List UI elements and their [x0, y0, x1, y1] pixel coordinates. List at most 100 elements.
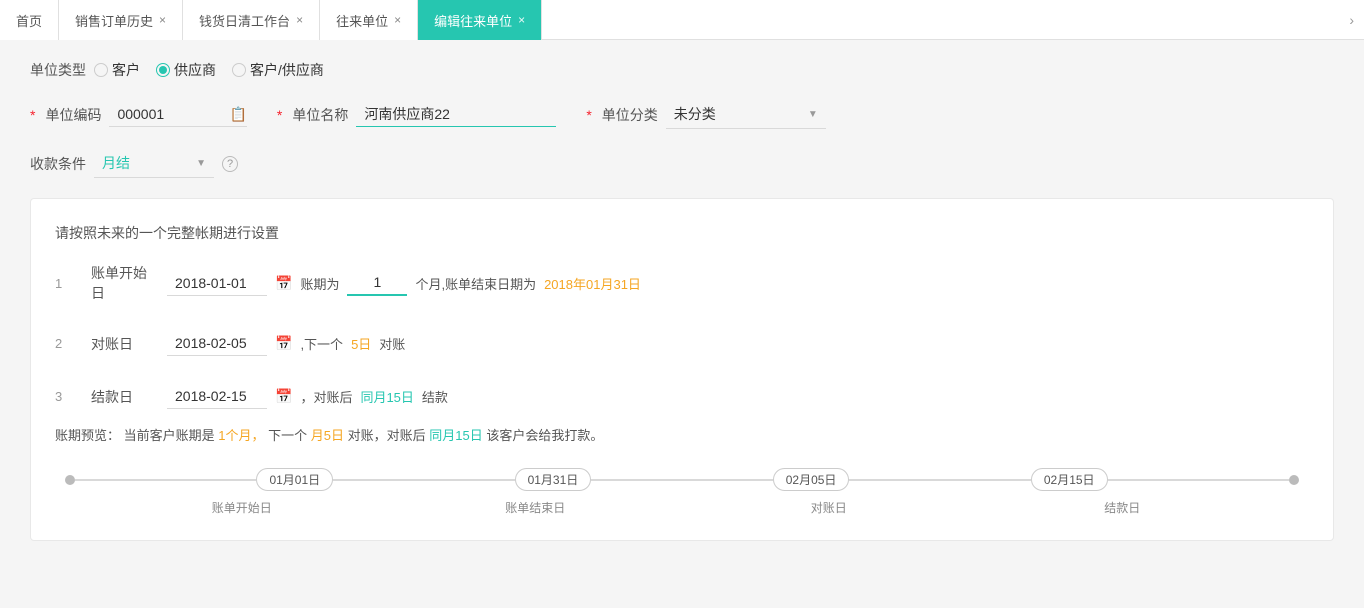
timeline-segment-2 [333, 479, 514, 481]
timeline-desc-3: 对账日 [811, 499, 847, 516]
tab-home[interactable]: 首页 [0, 0, 59, 40]
tab-sales-history[interactable]: 销售订单历史 × [59, 0, 183, 40]
timeline-point-4: 02月15日 [1031, 468, 1108, 491]
row-3-hint-prefix: ，对账后 [300, 387, 352, 406]
row-1-period-input[interactable] [347, 270, 407, 296]
unit-classify-group: * 单位分类 未分类 ▼ [586, 100, 825, 129]
tab-cashflow[interactable]: 钱货日清工作台 × [183, 0, 320, 40]
timeline-desc-4-wrap: 结款日 [976, 499, 1270, 516]
unit-name-label: 单位名称 [292, 105, 348, 125]
radio-supplier-circle [156, 63, 170, 77]
row-1-cal-icon[interactable]: 📅 [275, 275, 292, 292]
main-content: 单位类型 客户 供应商 客户/供应商 * 单位编码 [0, 40, 1364, 608]
timeline-point-3-label: 02月05日 [773, 468, 850, 491]
timeline-desc-1-wrap: 账单开始日 [95, 499, 389, 516]
tab-partner-label: 往来单位 [336, 11, 388, 30]
payment-terms-select[interactable]: 月结 ▼ [94, 149, 214, 178]
unit-info-row: * 单位编码 📋 * 单位名称 * 单位分类 未分类 ▼ [30, 100, 1334, 129]
timeline-desc-4: 结款日 [1104, 499, 1140, 516]
unit-name-required-star: * [277, 107, 282, 123]
tab-more-button[interactable]: › [1339, 0, 1364, 39]
tabs-bar: 首页 销售订单历史 × 钱货日清工作台 × 往来单位 × 编辑往来单位 × › [0, 0, 1364, 40]
copy-icon[interactable]: 📋 [229, 106, 246, 123]
row-1-input-area: 📅 账期为 个月,账单结束日期为 2018年01月31日 [167, 270, 641, 296]
row-2-hint-prefix: ,下一个 [300, 334, 343, 353]
help-icon[interactable]: ? [222, 156, 238, 172]
setting-row-2: 2 对账日 📅 ,下一个 5日 对账 [55, 331, 1309, 356]
row-2-input-area: 📅 ,下一个 5日 对账 [167, 331, 405, 356]
row-2-cal-icon[interactable]: 📅 [275, 335, 292, 352]
timeline-point-2-label: 01月31日 [515, 468, 592, 491]
tab-cashflow-label: 钱货日清工作台 [199, 11, 290, 30]
tab-edit-partner[interactable]: 编辑往来单位 × [418, 0, 542, 40]
radio-customer-supplier-circle [232, 63, 246, 77]
timeline-start-dot [65, 475, 75, 485]
row-2-hint-date: 5日 [351, 334, 371, 353]
radio-customer-label: 客户 [112, 60, 140, 80]
row-3-input-area: 📅 ，对账后 同月15日 结款 [167, 384, 448, 409]
payment-terms-row: 收款条件 月结 ▼ ? [30, 149, 1334, 178]
timeline-point-1-label: 01月01日 [256, 468, 333, 491]
timeline-point-2: 01月31日 [515, 468, 592, 491]
timeline-desc-2: 账单结束日 [505, 499, 565, 516]
row-3-cal-icon[interactable]: 📅 [275, 388, 292, 405]
tab-partner-close[interactable]: × [394, 13, 401, 27]
timeline-point-3: 02月05日 [773, 468, 850, 491]
unit-name-group: * 单位名称 [277, 102, 556, 127]
row-2-date-input[interactable] [167, 331, 267, 356]
timeline-desc-2-wrap: 账单结束日 [389, 499, 683, 516]
radio-customer[interactable]: 客户 [94, 60, 140, 80]
tab-partner[interactable]: 往来单位 × [320, 0, 418, 40]
preview-label: 账期预览： [55, 428, 120, 443]
unit-code-required-star: * [30, 107, 35, 123]
unit-type-label: 单位类型 [30, 60, 86, 80]
unit-type-row: 单位类型 客户 供应商 客户/供应商 [30, 60, 1334, 80]
unit-code-input-wrapper: 📋 [109, 102, 246, 127]
classify-dropdown-arrow: ▼ [808, 109, 818, 120]
row-3-date-input[interactable] [167, 384, 267, 409]
tab-cashflow-close[interactable]: × [296, 13, 303, 27]
unit-code-group: * 单位编码 📋 [30, 102, 247, 127]
timeline-area: 01月01日 01月31日 02月05日 02月15日 [55, 468, 1309, 516]
unit-name-input[interactable] [356, 102, 556, 127]
row-2-num: 2 [55, 336, 75, 351]
row-3-num: 3 [55, 389, 75, 404]
row-1-date-input[interactable] [167, 271, 267, 296]
radio-customer-supplier[interactable]: 客户/供应商 [232, 60, 324, 80]
payment-terms-label: 收款条件 [30, 154, 86, 174]
row-3-hint-date: 同月15日 [360, 387, 413, 406]
timeline-point-1: 01月01日 [256, 468, 333, 491]
timeline-desc-3-wrap: 对账日 [682, 499, 976, 516]
row-1-label: 账单开始日 [91, 263, 151, 303]
tab-edit-partner-label: 编辑往来单位 [434, 11, 512, 30]
preview-highlight3: 同月15日 [429, 428, 482, 443]
setting-row-1: 1 账单开始日 📅 账期为 个月,账单结束日期为 2018年01月31日 [55, 263, 1309, 303]
tab-sales-history-label: 销售订单历史 [75, 11, 153, 30]
row-1-num: 1 [55, 276, 75, 291]
unit-type-radio-group: 客户 供应商 客户/供应商 [94, 60, 324, 80]
unit-type-group: 单位类型 客户 供应商 客户/供应商 [30, 60, 324, 80]
radio-supplier[interactable]: 供应商 [156, 60, 216, 80]
tab-sales-history-close[interactable]: × [159, 13, 166, 27]
chevron-right-icon: › [1349, 12, 1354, 28]
radio-supplier-label: 供应商 [174, 60, 216, 80]
unit-code-input[interactable] [109, 102, 229, 126]
unit-classify-label: 单位分类 [602, 105, 658, 125]
unit-classify-select[interactable]: 未分类 ▼ [666, 100, 826, 129]
card-title: 请按照未来的一个完整帐期进行设置 [55, 223, 1309, 243]
payment-terms-group: 收款条件 月结 ▼ ? [30, 149, 238, 178]
payment-terms-dropdown-arrow: ▼ [196, 158, 206, 169]
unit-code-label: 单位编码 [45, 105, 101, 125]
setting-row-3: 3 结款日 📅 ，对账后 同月15日 结款 [55, 384, 1309, 409]
radio-customer-supplier-label: 客户/供应商 [250, 60, 324, 80]
preview-highlight1: 1个月， [218, 428, 264, 443]
row-2-label: 对账日 [91, 334, 151, 354]
timeline-segment-1 [75, 479, 256, 481]
radio-customer-circle [94, 63, 108, 77]
preview-highlight2: 月5日 [311, 428, 344, 443]
row-3-label: 结款日 [91, 387, 151, 407]
tab-edit-partner-close[interactable]: × [518, 13, 525, 27]
timeline-end-dot [1289, 475, 1299, 485]
timeline-desc-1: 账单开始日 [212, 499, 272, 516]
row-2-hint-suffix: 对账 [379, 334, 405, 353]
